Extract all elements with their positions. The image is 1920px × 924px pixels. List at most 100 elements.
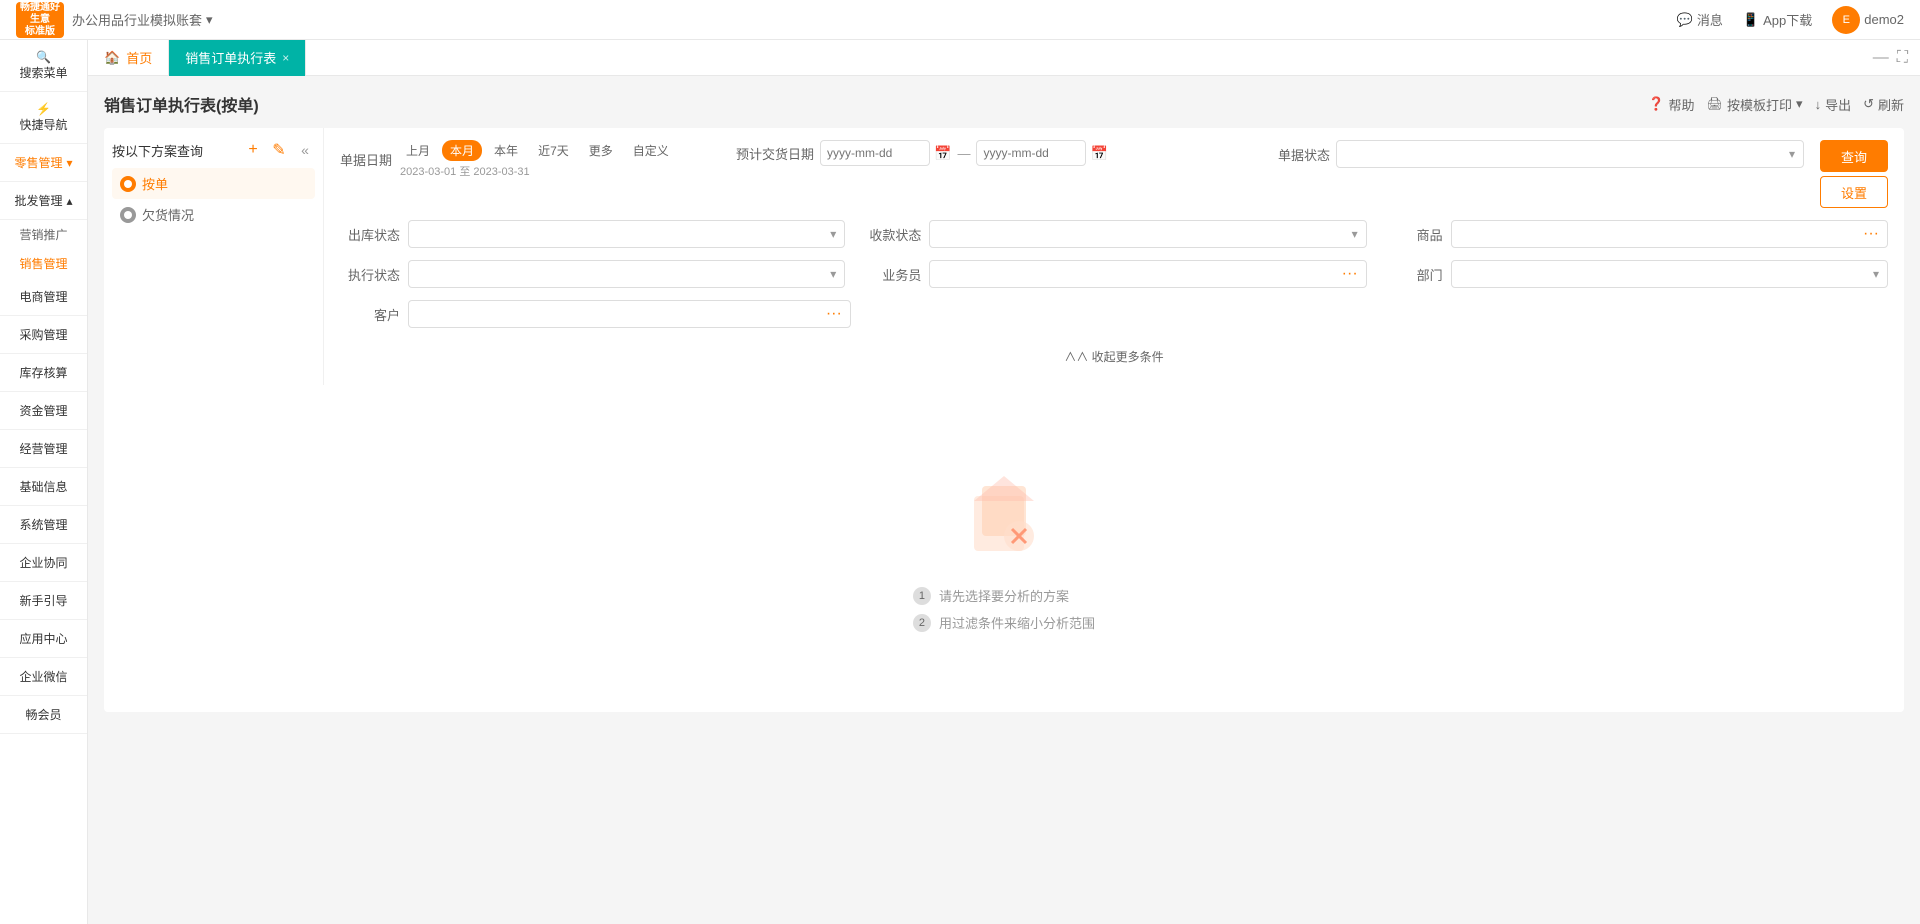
order-status-chevron-icon: ▾ — [1789, 147, 1795, 161]
refresh-button[interactable]: ↺ 刷新 — [1863, 95, 1904, 114]
template-print-button[interactable]: 🖨 按模板打印 ▾ — [1707, 95, 1803, 114]
filter-row-4: 客户 ··· — [340, 300, 1888, 328]
sidebar-item-enterprise[interactable]: 企业协同 — [0, 544, 87, 582]
maximize-icon[interactable]: ⛶ — [1897, 49, 1908, 67]
template-print-label: 按模板打印 — [1727, 95, 1792, 114]
sidebar-enterprise-label: 企业协同 — [19, 556, 67, 570]
scheme-edit-button[interactable]: ✎ — [269, 140, 289, 160]
user-label: demo2 — [1864, 12, 1904, 27]
scheme-collapse-button[interactable]: « — [295, 140, 315, 160]
date-btn-last-month[interactable]: 上月 — [398, 140, 438, 161]
date-from-input[interactable] — [820, 140, 930, 166]
empty-state: 1 请先选择要分析的方案 2 用过滤条件来缩小分析范围 — [104, 386, 1904, 712]
tab-home[interactable]: 🏠 首页 — [88, 40, 169, 76]
sidebar-operations-label: 经营管理 — [19, 442, 67, 456]
order-status-label: 单据状态 — [1278, 145, 1330, 164]
scheme-add-button[interactable]: + — [243, 140, 263, 160]
sidebar-item-purchase[interactable]: 采购管理 — [0, 316, 87, 354]
tabs-bar: 🏠 首页 销售订单执行表 × — ⛶ — [88, 40, 1920, 76]
tab-sales-order-label: 销售订单执行表 — [185, 48, 276, 67]
filter-card: 按以下方案查询 + ✎ « — [104, 128, 1904, 712]
product-input[interactable]: ··· — [1451, 220, 1888, 248]
scheme-title: 按以下方案查询 — [112, 141, 203, 160]
sidebar-item-sales[interactable]: 销售管理 — [0, 249, 87, 278]
tab-close-icon[interactable]: × — [282, 51, 289, 65]
sidebar-item-newuser[interactable]: 新手引导 — [0, 582, 87, 620]
date-range-display: 2023-03-01 至 2023-03-31 — [398, 163, 677, 179]
tip-2-num: 2 — [913, 614, 931, 632]
exec-status-dropdown[interactable]: ▾ — [408, 260, 845, 288]
app-selector-chevron-icon: ▾ — [206, 12, 213, 28]
salesperson-label: 业务员 — [861, 265, 921, 284]
export-label: 导出 — [1825, 95, 1851, 114]
app-download-label: App下载 — [1763, 10, 1812, 29]
salesperson-dots-icon: ··· — [1342, 265, 1358, 283]
date-btn-this-month[interactable]: 本月 — [442, 140, 482, 161]
scheme-panel: 按以下方案查询 + ✎ « — [104, 128, 324, 385]
logo: 畅捷通好生意标准版 — [16, 2, 64, 38]
order-status-dropdown[interactable]: ▾ — [1336, 140, 1804, 168]
sidebar-item-ecommerce[interactable]: 电商管理 — [0, 278, 87, 316]
sidebar-item-marketing[interactable]: 营销推广 — [0, 220, 87, 249]
user-action[interactable]: E demo2 — [1832, 6, 1904, 34]
delivery-status-dropdown[interactable]: ▾ — [408, 220, 845, 248]
sidebar-item-inventory[interactable]: 库存核算 — [0, 354, 87, 392]
calendar-from-icon[interactable]: 📅 — [934, 145, 951, 162]
sidebar-quick-nav[interactable]: ⚡ 快捷导航 — [0, 92, 87, 144]
page-actions: ❓ 帮助 🖨 按模板打印 ▾ ↓ 导出 ↺ 刷新 — [1648, 95, 1904, 114]
sidebar-item-finance[interactable]: 资金管理 — [0, 392, 87, 430]
estimated-date-label: 预计交货日期 — [736, 144, 814, 163]
chevron-icon: ▾ — [66, 156, 72, 170]
scheme-item-shortage[interactable]: 欠货情况 — [112, 199, 315, 230]
calendar-to-icon[interactable]: 📅 — [1090, 145, 1107, 162]
export-button[interactable]: ↓ 导出 — [1815, 95, 1852, 114]
app-selector-label: 办公用品行业模拟账套 — [72, 10, 202, 29]
query-button[interactable]: 查询 — [1820, 140, 1888, 172]
sidebar-item-system[interactable]: 系统管理 — [0, 506, 87, 544]
tab-home-label: 首页 — [126, 48, 152, 67]
search-icon: 🔍 — [36, 50, 51, 64]
settings-button[interactable]: 设置 — [1820, 176, 1888, 208]
sidebar-item-retail[interactable]: 零售管理 ▾ — [0, 144, 87, 182]
sidebar-system-label: 系统管理 — [19, 518, 67, 532]
customer-input[interactable]: ··· — [408, 300, 851, 328]
app-selector[interactable]: 办公用品行业模拟账套 ▾ — [72, 10, 213, 29]
date-btn-custom[interactable]: 自定义 — [625, 140, 677, 161]
sidebar-item-wechat[interactable]: 企业微信 — [0, 658, 87, 696]
salesperson-input[interactable]: ··· — [929, 260, 1366, 288]
help-button[interactable]: ❓ 帮助 — [1648, 95, 1694, 114]
dept-label: 部门 — [1383, 265, 1443, 284]
payment-status-dropdown[interactable]: ▾ — [929, 220, 1366, 248]
main-layout: 🔍 搜索菜单 ⚡ 快捷导航 零售管理 ▾ 批发管理 ▴ 营销推广 销售管理 电商… — [0, 40, 1920, 924]
sidebar-item-basic[interactable]: 基础信息 — [0, 468, 87, 506]
date-to-input[interactable] — [976, 140, 1086, 166]
dept-dropdown[interactable]: ▾ — [1451, 260, 1888, 288]
message-action[interactable]: 💬 消息 — [1677, 10, 1723, 29]
product-field: 商品 ··· — [1383, 220, 1888, 248]
avatar: E — [1832, 6, 1860, 34]
date-btn-7days[interactable]: 近7天 — [530, 140, 577, 161]
sidebar-item-wholesale[interactable]: 批发管理 ▴ — [0, 182, 87, 220]
sidebar-item-appcenter[interactable]: 应用中心 — [0, 620, 87, 658]
nav-icon: ⚡ — [36, 102, 51, 116]
sidebar-item-operations[interactable]: 经营管理 — [0, 430, 87, 468]
sidebar-search-label: 搜索菜单 — [4, 64, 83, 81]
salesperson-field: 业务员 ··· — [861, 260, 1366, 288]
tab-sales-order[interactable]: 销售订单执行表 × — [169, 40, 306, 76]
collapse-more-button[interactable]: ∧∧ 收起更多条件 — [340, 340, 1888, 373]
tip-2-text: 用过滤条件来缩小分析范围 — [939, 613, 1095, 632]
date-btn-more[interactable]: 更多 — [581, 140, 621, 161]
add-icon: + — [248, 141, 257, 159]
date-btn-this-year[interactable]: 本年 — [486, 140, 526, 161]
product-label: 商品 — [1383, 225, 1443, 244]
scheme-header: 按以下方案查询 + ✎ « — [112, 140, 315, 160]
minimize-icon[interactable]: — — [1873, 49, 1889, 67]
delivery-status-field: 出库状态 ▾ — [340, 220, 845, 248]
sidebar-item-member[interactable]: 畅会员 — [0, 696, 87, 734]
customer-field: 客户 ··· — [340, 300, 851, 328]
sidebar-search[interactable]: 🔍 搜索菜单 — [0, 40, 87, 92]
empty-tip-2: 2 用过滤条件来缩小分析范围 — [913, 613, 1095, 632]
empty-tips: 1 请先选择要分析的方案 2 用过滤条件来缩小分析范围 — [913, 586, 1095, 632]
app-download-action[interactable]: 📱 App下载 — [1743, 10, 1812, 29]
scheme-item-by-order[interactable]: 按单 — [112, 168, 315, 199]
